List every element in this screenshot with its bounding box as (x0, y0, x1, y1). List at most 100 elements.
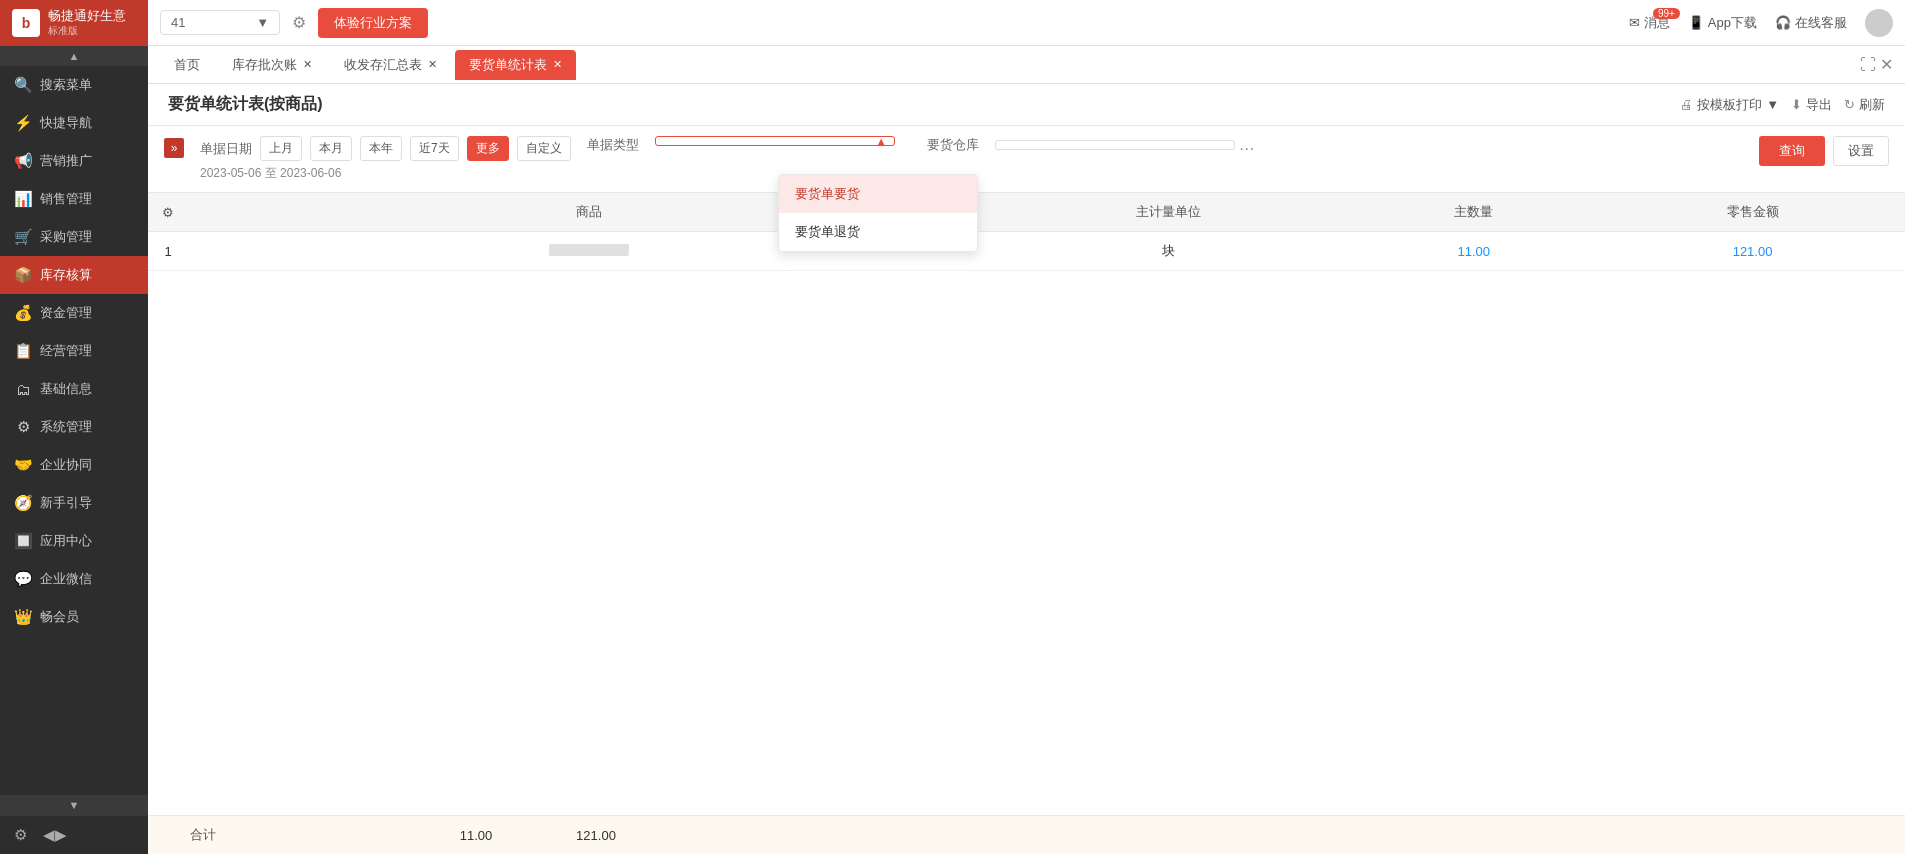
date-more[interactable]: 更多 (467, 136, 509, 161)
date-range-display: 2023-05-06 至 2023-06-06 (200, 165, 571, 182)
type-filter-label: 单据类型 (587, 136, 639, 154)
print-button[interactable]: 🖨 按模板打印 ▼ (1680, 96, 1779, 114)
tabs-bar: 首页库存批次账 ✕收发存汇总表 ✕要货单统计表 ✕⛶✕ (148, 46, 1905, 84)
refresh-button[interactable]: ↻ 刷新 (1844, 96, 1885, 114)
sidebar-item-apps[interactable]: 🔲 应用中心 (0, 522, 148, 560)
trial-button[interactable]: 体验行业方案 (318, 8, 428, 38)
type-dropdown: 要货单要货要货单退货 (778, 174, 978, 252)
sidebar-item-purchase[interactable]: 🛒 采购管理 (0, 218, 148, 256)
tab-3[interactable]: 要货单统计表 ✕ (455, 50, 576, 80)
refresh-label: 刷新 (1859, 96, 1885, 114)
page-title: 要货单统计表(按商品) (168, 94, 323, 115)
type-select-arrow: ▲ (876, 135, 887, 147)
coop-icon: 🤝 (14, 456, 32, 474)
tab-close-1[interactable]: ✕ (303, 58, 312, 71)
print-icon: 🖨 (1680, 97, 1693, 112)
sidebar-item-inventory[interactable]: 📦 库存核算 (0, 256, 148, 294)
tab-2[interactable]: 收发存汇总表 ✕ (330, 50, 451, 80)
tab-label-0: 首页 (174, 56, 200, 74)
sidebar-item-guide[interactable]: 🧭 新手引导 (0, 484, 148, 522)
message-item[interactable]: ✉ 消息 99+ (1629, 14, 1670, 32)
sidebar-label-sales: 销售管理 (40, 190, 92, 208)
cell-amount-0: 121.00 (1600, 232, 1905, 271)
app-download-label: App下载 (1708, 14, 1757, 32)
sidebar-label-wechat: 企业微信 (40, 570, 92, 588)
tab-1[interactable]: 库存批次账 ✕ (218, 50, 326, 80)
sidebar-label-basic: 基础信息 (40, 380, 92, 398)
footer-label: 合计 (160, 826, 216, 844)
table-footer: 合计 11.00 121.00 (148, 815, 1905, 854)
tab-close-2[interactable]: ✕ (428, 58, 437, 71)
th-settings: ⚙ (148, 193, 188, 232)
data-table: ⚙ 商品 主计量单位 主数量 零售金额 1 块 11.00 121.00 (148, 193, 1905, 271)
date-custom[interactable]: 自定义 (517, 136, 571, 161)
sidebar-collapse-icon[interactable]: ◀▶ (43, 826, 67, 844)
date-this-year[interactable]: 本年 (360, 136, 402, 161)
sidebar-label-purchase: 采购管理 (40, 228, 92, 246)
topbar-right: ✉ 消息 99+ 📱 App下载 🎧 在线客服 (1629, 9, 1893, 37)
cell-qty-0: 11.00 (1347, 232, 1600, 271)
settings-icon[interactable]: ⚙ (292, 13, 306, 32)
sidebar-item-system[interactable]: ⚙ 系统管理 (0, 408, 148, 446)
sidebar-scroll-up[interactable]: ▲ (0, 46, 148, 66)
sidebar-item-basic[interactable]: 🗂 基础信息 (0, 370, 148, 408)
sidebar-item-vip[interactable]: 👑 畅会员 (0, 598, 148, 636)
tab-close-all-icon[interactable]: ✕ (1880, 55, 1893, 74)
sidebar-item-search[interactable]: 🔍 搜索菜单 (0, 66, 148, 104)
online-service-label: 在线客服 (1795, 14, 1847, 32)
online-service-item[interactable]: 🎧 在线客服 (1775, 14, 1847, 32)
sidebar-label-coop: 企业协同 (40, 456, 92, 474)
refresh-icon: ↻ (1844, 97, 1855, 112)
tab-close-3[interactable]: ✕ (553, 58, 562, 71)
sidebar-item-finance[interactable]: 💰 资金管理 (0, 294, 148, 332)
tab-expand-icon[interactable]: ⛶ (1860, 56, 1876, 74)
filter-settings-button[interactable]: 设置 (1833, 136, 1889, 166)
sidebar-label-apps: 应用中心 (40, 532, 92, 550)
search-icon: 🔍 (14, 76, 32, 94)
dropdown-item-要货单要货[interactable]: 要货单要货 (779, 175, 977, 213)
sidebar-scroll-down[interactable]: ▼ (0, 795, 148, 815)
store-selector[interactable]: 41 ▼ (160, 10, 280, 35)
operations-icon: 📋 (14, 342, 32, 360)
warehouse-more-icon[interactable]: … (1239, 136, 1255, 154)
tab-label-3: 要货单统计表 (469, 56, 547, 74)
type-select[interactable] (655, 136, 895, 146)
quicknav-icon: ⚡ (14, 114, 32, 132)
date-last-7days[interactable]: 近7天 (410, 136, 459, 161)
user-avatar[interactable] (1865, 9, 1893, 37)
sidebar-settings-icon[interactable]: ⚙ (14, 826, 27, 844)
app-download-item[interactable]: 📱 App下载 (1688, 14, 1757, 32)
th-qty: 主数量 (1347, 193, 1600, 232)
basic-icon: 🗂 (14, 381, 32, 398)
sidebar-item-wechat[interactable]: 💬 企业微信 (0, 560, 148, 598)
type-select-wrapper: ▲ (655, 136, 895, 146)
warehouse-select[interactable] (995, 140, 1235, 150)
brand-edition: 标准版 (48, 24, 126, 38)
sidebar-item-quicknav[interactable]: ⚡ 快捷导航 (0, 104, 148, 142)
footer-amount: 121.00 (536, 828, 656, 843)
data-table-wrapper: ⚙ 商品 主计量单位 主数量 零售金额 1 块 11.00 121.00 (148, 193, 1905, 815)
sidebar-nav: 🔍 搜索菜单 ⚡ 快捷导航 📢 营销推广 📊 销售管理 🛒 采购管理 📦 库存核… (0, 66, 148, 795)
sidebar-item-operations[interactable]: 📋 经营管理 (0, 332, 148, 370)
sidebar-item-sales[interactable]: 📊 销售管理 (0, 180, 148, 218)
page-header: 要货单统计表(按商品) 🖨 按模板打印 ▼ ⬇ 导出 ↻ 刷新 (148, 84, 1905, 126)
footer-qty: 11.00 (416, 828, 536, 843)
sidebar-item-marketing[interactable]: 📢 营销推广 (0, 142, 148, 180)
cell-no-0: 1 (148, 232, 188, 271)
filter-expand-button[interactable]: » (164, 138, 184, 158)
tab-0[interactable]: 首页 (160, 50, 214, 80)
sidebar-label-quicknav: 快捷导航 (40, 114, 92, 132)
filter-bar: » 单据日期 上月 本月 本年 近7天 更多 自定义 2023-05-06 至 … (148, 126, 1905, 193)
export-button[interactable]: ⬇ 导出 (1791, 96, 1832, 114)
warehouse-select-wrapper: … (995, 136, 1255, 154)
dropdown-item-要货单退货[interactable]: 要货单退货 (779, 213, 977, 251)
query-button[interactable]: 查询 (1759, 136, 1825, 166)
date-this-month[interactable]: 本月 (310, 136, 352, 161)
sidebar-label-inventory: 库存核算 (40, 266, 92, 284)
th-amount: 零售金额 (1600, 193, 1905, 232)
export-label: 导出 (1806, 96, 1832, 114)
sidebar-item-coop[interactable]: 🤝 企业协同 (0, 446, 148, 484)
message-badge: 99+ (1653, 8, 1680, 19)
date-last-month[interactable]: 上月 (260, 136, 302, 161)
sidebar-label-operations: 经营管理 (40, 342, 92, 360)
